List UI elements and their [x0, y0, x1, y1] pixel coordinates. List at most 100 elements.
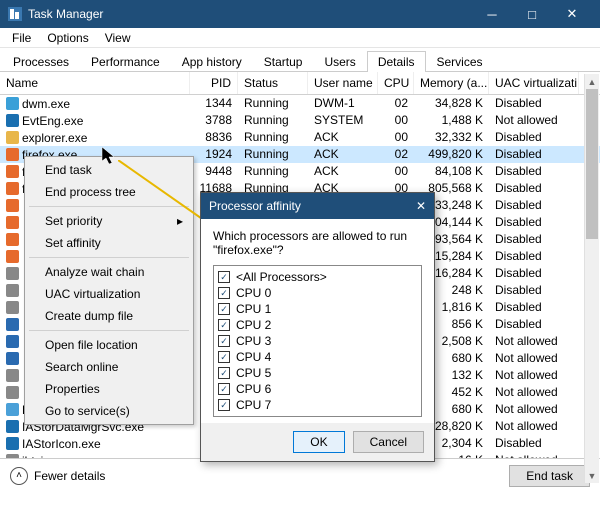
process-icon — [6, 148, 19, 161]
col-uac[interactable]: UAC virtualizati... — [489, 72, 579, 94]
checkbox-icon: ✓ — [218, 351, 230, 363]
tab-performance[interactable]: Performance — [80, 51, 171, 72]
process-icon — [6, 352, 19, 365]
minimize-button[interactable]: ─ — [472, 0, 512, 28]
checkbox-cpu-1[interactable]: ✓CPU 1 — [218, 301, 417, 317]
checkbox-icon: ✓ — [218, 383, 230, 395]
cell-uac: Disabled — [489, 231, 579, 248]
end-task-button[interactable]: End task — [509, 465, 590, 487]
ctx-analyze-wait-chain[interactable]: Analyze wait chain — [27, 261, 191, 283]
cell-uac: Disabled — [489, 316, 579, 333]
cancel-button[interactable]: Cancel — [353, 431, 424, 453]
cell-uac: Disabled — [489, 146, 579, 163]
cell-uac: Not allowed — [489, 112, 579, 129]
tab-processes[interactable]: Processes — [2, 51, 80, 72]
cell-pid: 1344 — [190, 95, 238, 112]
table-row[interactable]: explorer.exe8836RunningACK0032,332 KDisa… — [0, 129, 600, 146]
cell-uac: Disabled — [489, 299, 579, 316]
ctx-open-file-location[interactable]: Open file location — [27, 334, 191, 356]
maximize-button[interactable]: □ — [512, 0, 552, 28]
process-icon — [6, 250, 19, 263]
table-row[interactable]: dwm.exe1344RunningDWM-10234,828 KDisable… — [0, 95, 600, 112]
cell-uac: Not allowed — [489, 418, 579, 435]
cell-uac: Disabled — [489, 214, 579, 231]
process-icon — [6, 114, 19, 127]
scroll-down-icon[interactable]: ▼ — [585, 468, 599, 483]
checkbox-icon: ✓ — [218, 303, 230, 315]
tab-app-history[interactable]: App history — [171, 51, 253, 72]
ctx-search-online[interactable]: Search online — [27, 356, 191, 378]
col-user[interactable]: User name — [308, 72, 378, 94]
separator — [29, 330, 189, 331]
tab-details[interactable]: Details — [367, 51, 426, 72]
checkbox-cpu-6[interactable]: ✓CPU 6 — [218, 381, 417, 397]
menu-options[interactable]: Options — [41, 30, 94, 46]
checkbox-cpu-3[interactable]: ✓CPU 3 — [218, 333, 417, 349]
scrollbar-thumb[interactable] — [586, 89, 598, 239]
checkbox-cpu-0[interactable]: ✓CPU 0 — [218, 285, 417, 301]
cell-status: Running — [238, 95, 308, 112]
ctx-set-affinity[interactable]: Set affinity — [27, 232, 191, 254]
tab-services[interactable]: Services — [426, 51, 494, 72]
cpu-checkbox-list: ✓<All Processors> ✓CPU 0✓CPU 1✓CPU 2✓CPU… — [213, 265, 422, 417]
scroll-up-icon[interactable]: ▲ — [585, 74, 599, 89]
tab-strip: Processes Performance App history Startu… — [0, 48, 600, 72]
ctx-set-priority[interactable]: Set priority▸ — [27, 210, 191, 232]
context-menu: End task End process tree Set priority▸ … — [24, 156, 194, 425]
cell-cpu: 00 — [378, 163, 414, 180]
close-button[interactable]: ✕ — [552, 0, 592, 28]
col-name[interactable]: Name — [0, 72, 190, 94]
cell-cpu: 00 — [378, 112, 414, 129]
window-title: Task Manager — [28, 7, 472, 21]
checkbox-icon: ✓ — [218, 319, 230, 331]
vertical-scrollbar[interactable]: ▲ ▼ — [584, 74, 599, 483]
col-memory[interactable]: Memory (a... — [414, 72, 489, 94]
menubar: File Options View — [0, 28, 600, 48]
checkbox-cpu-7[interactable]: ✓CPU 7 — [218, 397, 417, 413]
cell-uac: Disabled — [489, 435, 579, 452]
process-name: explorer.exe — [22, 131, 87, 145]
ctx-create-dump-file[interactable]: Create dump file — [27, 305, 191, 327]
cell-user: ACK — [308, 129, 378, 146]
separator — [29, 257, 189, 258]
menu-view[interactable]: View — [99, 30, 137, 46]
checkbox-cpu-4[interactable]: ✓CPU 4 — [218, 349, 417, 365]
process-name: dwm.exe — [22, 97, 70, 111]
process-icon — [6, 318, 19, 331]
ctx-go-to-services[interactable]: Go to service(s) — [27, 400, 191, 422]
ok-button[interactable]: OK — [293, 431, 344, 453]
fewer-details-toggle[interactable]: ˄ Fewer details — [10, 467, 105, 485]
process-name: ibtsiva.exe — [22, 454, 79, 459]
col-status[interactable]: Status — [238, 72, 308, 94]
checkbox-cpu-5[interactable]: ✓CPU 5 — [218, 365, 417, 381]
process-icon — [6, 335, 19, 348]
tab-startup[interactable]: Startup — [253, 51, 314, 72]
col-cpu[interactable]: CPU — [378, 72, 414, 94]
process-icon — [6, 267, 19, 280]
ctx-end-process-tree[interactable]: End process tree — [27, 181, 191, 203]
dialog-close-button[interactable]: ✕ — [416, 199, 426, 213]
col-pid[interactable]: PID — [190, 72, 238, 94]
ctx-properties[interactable]: Properties — [27, 378, 191, 400]
process-icon — [6, 199, 19, 212]
process-icon — [6, 369, 19, 382]
checkbox-all-processors[interactable]: ✓<All Processors> — [218, 269, 417, 285]
tab-users[interactable]: Users — [313, 51, 366, 72]
table-row[interactable]: EvtEng.exe3788RunningSYSTEM001,488 KNot … — [0, 112, 600, 129]
cell-uac: Not allowed — [489, 401, 579, 418]
cell-cpu: 00 — [378, 129, 414, 146]
ctx-end-task[interactable]: End task — [27, 159, 191, 181]
checkbox-cpu-2[interactable]: ✓CPU 2 — [218, 317, 417, 333]
dialog-question: Which processors are allowed to run "fir… — [213, 229, 422, 257]
dialog-titlebar: Processor affinity ✕ — [201, 193, 434, 219]
cell-memory: 34,828 K — [414, 95, 489, 112]
ctx-uac-virtualization[interactable]: UAC virtualization — [27, 283, 191, 305]
process-icon — [6, 420, 19, 433]
cell-uac: Disabled — [489, 197, 579, 214]
window-titlebar: Task Manager ─ □ ✕ — [0, 0, 600, 28]
cell-uac: Not allowed — [489, 367, 579, 384]
menu-file[interactable]: File — [6, 30, 37, 46]
checkbox-icon: ✓ — [218, 367, 230, 379]
cell-memory: 84,108 K — [414, 163, 489, 180]
cell-status: Running — [238, 146, 308, 163]
